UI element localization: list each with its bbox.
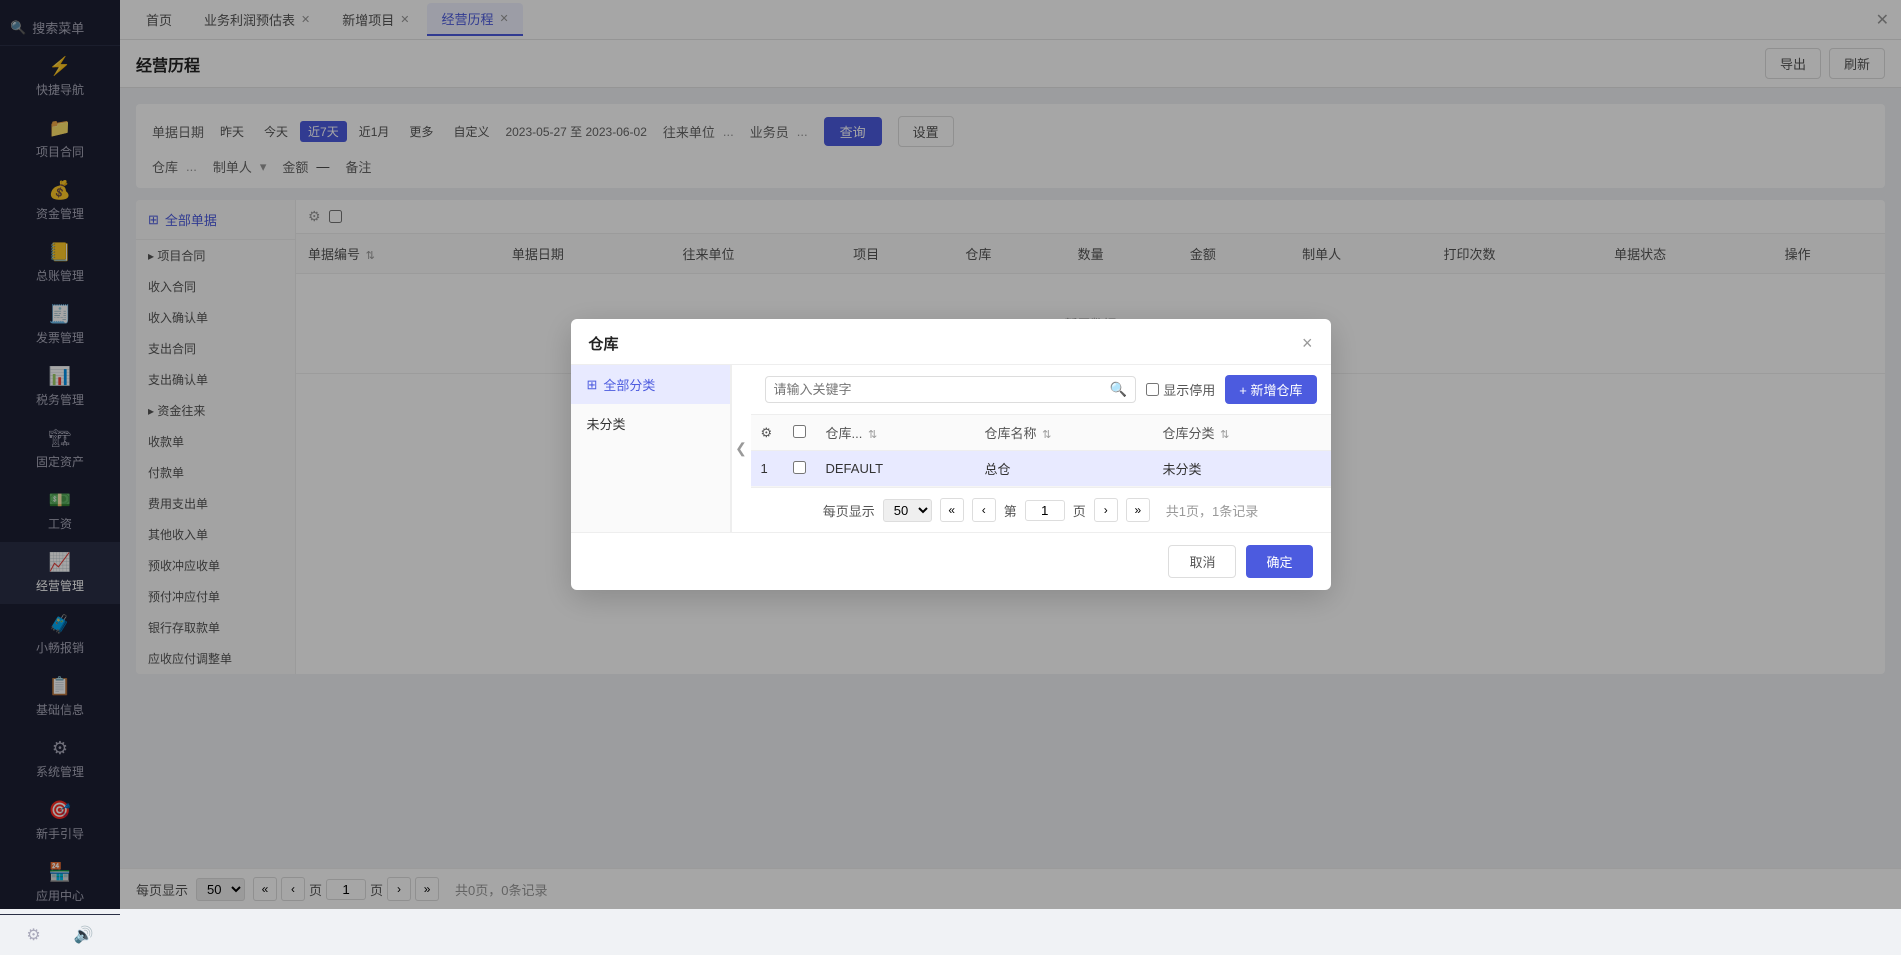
row-name: 总仓 — [974, 451, 1152, 487]
modal-search-input[interactable] — [774, 382, 1104, 397]
modal-footer: 取消 确定 — [571, 532, 1331, 590]
table-row[interactable]: 1 DEFAULT 总仓 未分类 — [751, 451, 1331, 487]
modal-select-all[interactable] — [793, 425, 806, 438]
modal-title: 仓库 — [589, 333, 619, 354]
add-warehouse-btn[interactable]: + 新增仓库 — [1225, 375, 1316, 404]
modal-page-label: 第 — [1004, 501, 1017, 520]
modal-page-suffix: 页 — [1073, 501, 1086, 520]
cancel-button[interactable]: 取消 — [1168, 545, 1236, 578]
search-icon-modal: 🔍 — [1110, 381, 1127, 398]
modal-overlay[interactable]: 仓库 × ⊞ 全部分类 未分类 ❮ 🔍 — [0, 0, 1901, 909]
modal-main: 🔍 显示停用 + 新增仓库 ⚙ 仓库... ⇅ — [751, 365, 1331, 532]
modal-pagination: 每页显示 50 « ‹ 第 页 › » 共1页，1条记录 — [751, 487, 1331, 532]
modal-header: 仓库 × — [571, 319, 1331, 365]
modal-page-input[interactable] — [1025, 500, 1065, 521]
volume-footer-icon[interactable]: 🔊 — [74, 925, 94, 945]
modal-sidebar-uncategorized[interactable]: 未分类 — [571, 404, 730, 443]
modal-sidebar: ⊞ 全部分类 未分类 — [571, 365, 731, 532]
modal-table: ⚙ 仓库... ⇅ 仓库名称 ⇅ 仓库分类 ⇅ 1 DEFA — [751, 415, 1331, 487]
col-check — [783, 415, 816, 451]
modal-toolbar: 🔍 显示停用 + 新增仓库 — [751, 365, 1331, 415]
grid-icon-modal: ⊞ — [587, 377, 598, 393]
modal-collapse-btn[interactable]: ❮ — [731, 365, 751, 532]
modal-first-btn[interactable]: « — [940, 498, 964, 522]
warehouse-modal: 仓库 × ⊞ 全部分类 未分类 ❮ 🔍 — [571, 319, 1331, 590]
modal-close-btn[interactable]: × — [1302, 333, 1313, 354]
modal-last-btn[interactable]: » — [1126, 498, 1150, 522]
row-check — [783, 451, 816, 487]
row-code: DEFAULT — [816, 451, 975, 487]
show-disabled-label[interactable]: 显示停用 — [1146, 380, 1215, 399]
col-warehouse-category: 仓库分类 ⇅ — [1152, 415, 1330, 451]
gear-icon-col[interactable]: ⚙ — [761, 425, 773, 440]
modal-per-page-label: 每页显示 — [823, 501, 875, 520]
modal-next-btn[interactable]: › — [1094, 498, 1118, 522]
confirm-button[interactable]: 确定 — [1246, 545, 1312, 578]
settings-footer-icon[interactable]: ⚙ — [26, 925, 40, 945]
modal-prev-btn[interactable]: ‹ — [972, 498, 996, 522]
modal-body: ⊞ 全部分类 未分类 ❮ 🔍 显示停用 — [571, 365, 1331, 532]
sidebar-footer: ⚙ 🔊 — [0, 914, 120, 955]
row-checkbox[interactable] — [793, 461, 806, 474]
col-warehouse-name: 仓库名称 ⇅ — [974, 415, 1152, 451]
modal-sidebar-all-label: 全部分类 — [603, 375, 655, 394]
modal-search: 🔍 — [765, 376, 1137, 403]
row-num: 1 — [751, 451, 783, 487]
col-warehouse-code: 仓库... ⇅ — [816, 415, 975, 451]
show-disabled-checkbox[interactable] — [1146, 383, 1159, 396]
show-disabled-text: 显示停用 — [1163, 380, 1215, 399]
modal-total: 共1页，1条记录 — [1166, 501, 1258, 520]
col-gear: ⚙ — [751, 415, 783, 451]
modal-uncategorized-label: 未分类 — [587, 414, 626, 433]
row-category: 未分类 — [1152, 451, 1330, 487]
modal-sidebar-all[interactable]: ⊞ 全部分类 — [571, 365, 730, 404]
modal-per-page-select[interactable]: 50 — [883, 499, 932, 522]
